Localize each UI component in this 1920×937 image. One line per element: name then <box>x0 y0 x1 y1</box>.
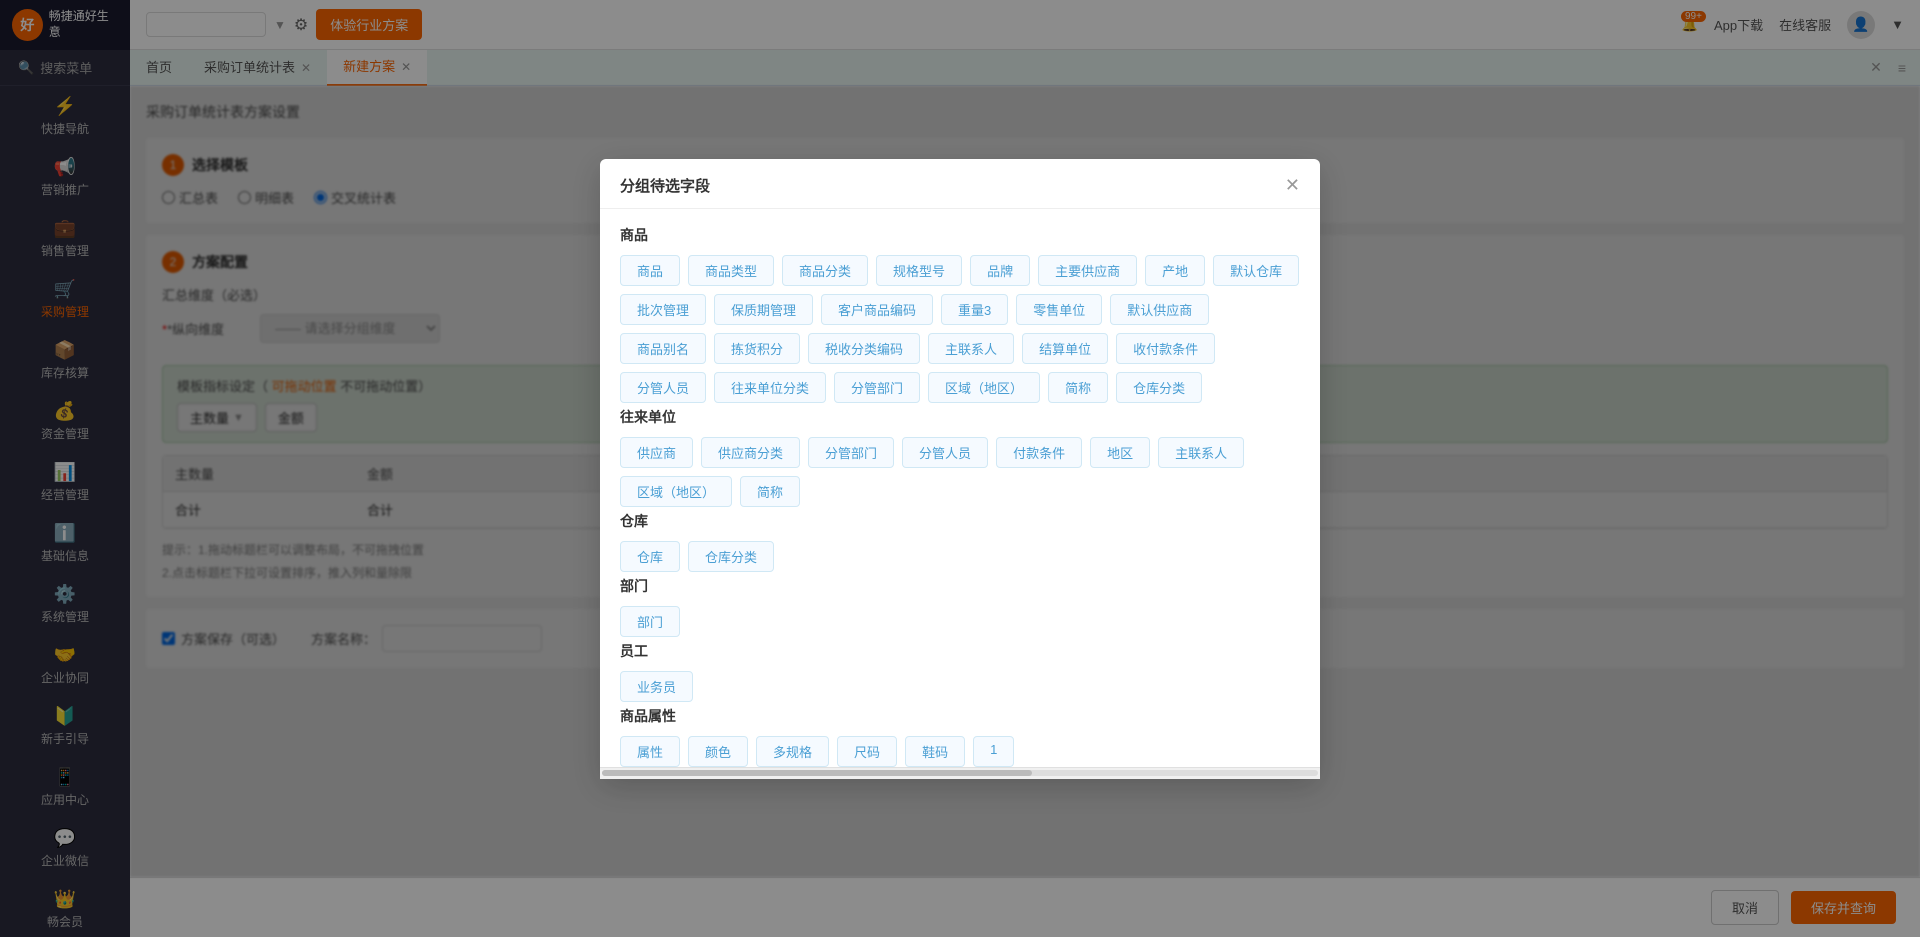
product-attr-section-title: 商品属性 <box>620 706 1300 726</box>
goods-section-title: 商品 <box>620 225 1300 245</box>
field-tag-主联系人[interactable]: 主联系人 <box>928 333 1014 364</box>
modal-section-department: 部门 部门 <box>620 576 1300 637</box>
modal: 分组待选字段 ✕ 商品 商品商品类型商品分类规格型号品牌主要供应商产地默认仓库批… <box>600 159 1320 779</box>
field-tag-供应商[interactable]: 供应商 <box>620 437 693 468</box>
warehouse-tags: 仓库仓库分类 <box>620 541 1300 572</box>
field-tag-税收分类编码[interactable]: 税收分类编码 <box>808 333 920 364</box>
modal-body: 商品 商品商品类型商品分类规格型号品牌主要供应商产地默认仓库批次管理保质期管理客… <box>600 209 1320 767</box>
employee-tags: 业务员 <box>620 671 1300 702</box>
field-tag-产地[interactable]: 产地 <box>1145 255 1205 286</box>
field-tag-分管部门[interactable]: 分管部门 <box>834 372 920 403</box>
field-tag-商品[interactable]: 商品 <box>620 255 680 286</box>
field-tag-区域（地区）[interactable]: 区域（地区） <box>620 476 732 507</box>
field-tag-多规格[interactable]: 多规格 <box>756 736 829 767</box>
field-tag-规格型号[interactable]: 规格型号 <box>876 255 962 286</box>
field-tag-简称[interactable]: 简称 <box>1048 372 1108 403</box>
field-tag-尺码[interactable]: 尺码 <box>837 736 897 767</box>
field-tag-收付款条件[interactable]: 收付款条件 <box>1116 333 1215 364</box>
field-tag-默认仓库[interactable]: 默认仓库 <box>1213 255 1299 286</box>
field-tag-结算单位[interactable]: 结算单位 <box>1022 333 1108 364</box>
modal-header: 分组待选字段 ✕ <box>600 159 1320 209</box>
warehouse-section-title: 仓库 <box>620 511 1300 531</box>
field-tag-分管人员[interactable]: 分管人员 <box>902 437 988 468</box>
modal-section-warehouse: 仓库 仓库仓库分类 <box>620 511 1300 572</box>
modal-scroll-bar[interactable] <box>600 767 1320 779</box>
modal-overlay[interactable]: 分组待选字段 ✕ 商品 商品商品类型商品分类规格型号品牌主要供应商产地默认仓库批… <box>0 0 1920 937</box>
field-tag-重量3[interactable]: 重量3 <box>941 294 1008 325</box>
product-attr-tags: 属性颜色多规格尺码鞋码 1 <box>620 736 1300 767</box>
field-tag-零售单位[interactable]: 零售单位 <box>1016 294 1102 325</box>
field-tag-地区[interactable]: 地区 <box>1090 437 1150 468</box>
modal-section-product-attr: 商品属性 属性颜色多规格尺码鞋码 1 <box>620 706 1300 767</box>
field-tag-属性[interactable]: 属性 <box>620 736 680 767</box>
partner-tags: 供应商供应商分类分管部门分管人员付款条件地区主联系人区域（地区） 简称 <box>620 437 1300 507</box>
field-tag-商品分类[interactable]: 商品分类 <box>782 255 868 286</box>
field-tag-区域（地区）[interactable]: 区域（地区） <box>928 372 1040 403</box>
partner-section-title: 往来单位 <box>620 407 1300 427</box>
field-tag-客户商品编码[interactable]: 客户商品编码 <box>821 294 933 325</box>
modal-section-goods: 商品 商品商品类型商品分类规格型号品牌主要供应商产地默认仓库批次管理保质期管理客… <box>620 225 1300 403</box>
modal-close-btn[interactable]: ✕ <box>1285 175 1300 196</box>
field-tag-鞋码[interactable]: 鞋码 <box>905 736 965 767</box>
field-tag-分管部门[interactable]: 分管部门 <box>808 437 894 468</box>
modal-scroll-track <box>602 770 1318 776</box>
department-section-title: 部门 <box>620 576 1300 596</box>
field-tag-批次管理[interactable]: 批次管理 <box>620 294 706 325</box>
field-tag-拣货积分[interactable]: 拣货积分 <box>714 333 800 364</box>
field-tag-分管人员[interactable]: 分管人员 <box>620 372 706 403</box>
field-tag-保质期管理[interactable]: 保质期管理 <box>714 294 813 325</box>
field-tag-仓库分类[interactable]: 仓库分类 <box>1116 372 1202 403</box>
modal-scroll-thumb <box>602 770 1032 776</box>
field-tag-主联系人[interactable]: 主联系人 <box>1158 437 1244 468</box>
field-tag-部门[interactable]: 部门 <box>620 606 680 637</box>
field-tag-仓库[interactable]: 仓库 <box>620 541 680 572</box>
field-tag-商品别名[interactable]: 商品别名 <box>620 333 706 364</box>
employee-section-title: 员工 <box>620 641 1300 661</box>
field-tag-1[interactable]: 1 <box>973 736 1014 767</box>
field-tag-供应商分类[interactable]: 供应商分类 <box>701 437 800 468</box>
field-tag-主要供应商[interactable]: 主要供应商 <box>1038 255 1137 286</box>
field-tag-品牌[interactable]: 品牌 <box>970 255 1030 286</box>
field-tag-简称[interactable]: 简称 <box>740 476 800 507</box>
field-tag-商品类型[interactable]: 商品类型 <box>688 255 774 286</box>
modal-section-employee: 员工 业务员 <box>620 641 1300 702</box>
field-tag-业务员[interactable]: 业务员 <box>620 671 693 702</box>
field-tag-付款条件[interactable]: 付款条件 <box>996 437 1082 468</box>
field-tag-默认供应商[interactable]: 默认供应商 <box>1110 294 1209 325</box>
field-tag-仓库分类[interactable]: 仓库分类 <box>688 541 774 572</box>
department-tags: 部门 <box>620 606 1300 637</box>
goods-tags: 商品商品类型商品分类规格型号品牌主要供应商产地默认仓库批次管理保质期管理客户商品… <box>620 255 1300 403</box>
field-tag-颜色[interactable]: 颜色 <box>688 736 748 767</box>
modal-title: 分组待选字段 <box>620 175 710 196</box>
field-tag-往来单位分类[interactable]: 往来单位分类 <box>714 372 826 403</box>
modal-section-partner: 往来单位 供应商供应商分类分管部门分管人员付款条件地区主联系人区域（地区） 简称 <box>620 407 1300 507</box>
